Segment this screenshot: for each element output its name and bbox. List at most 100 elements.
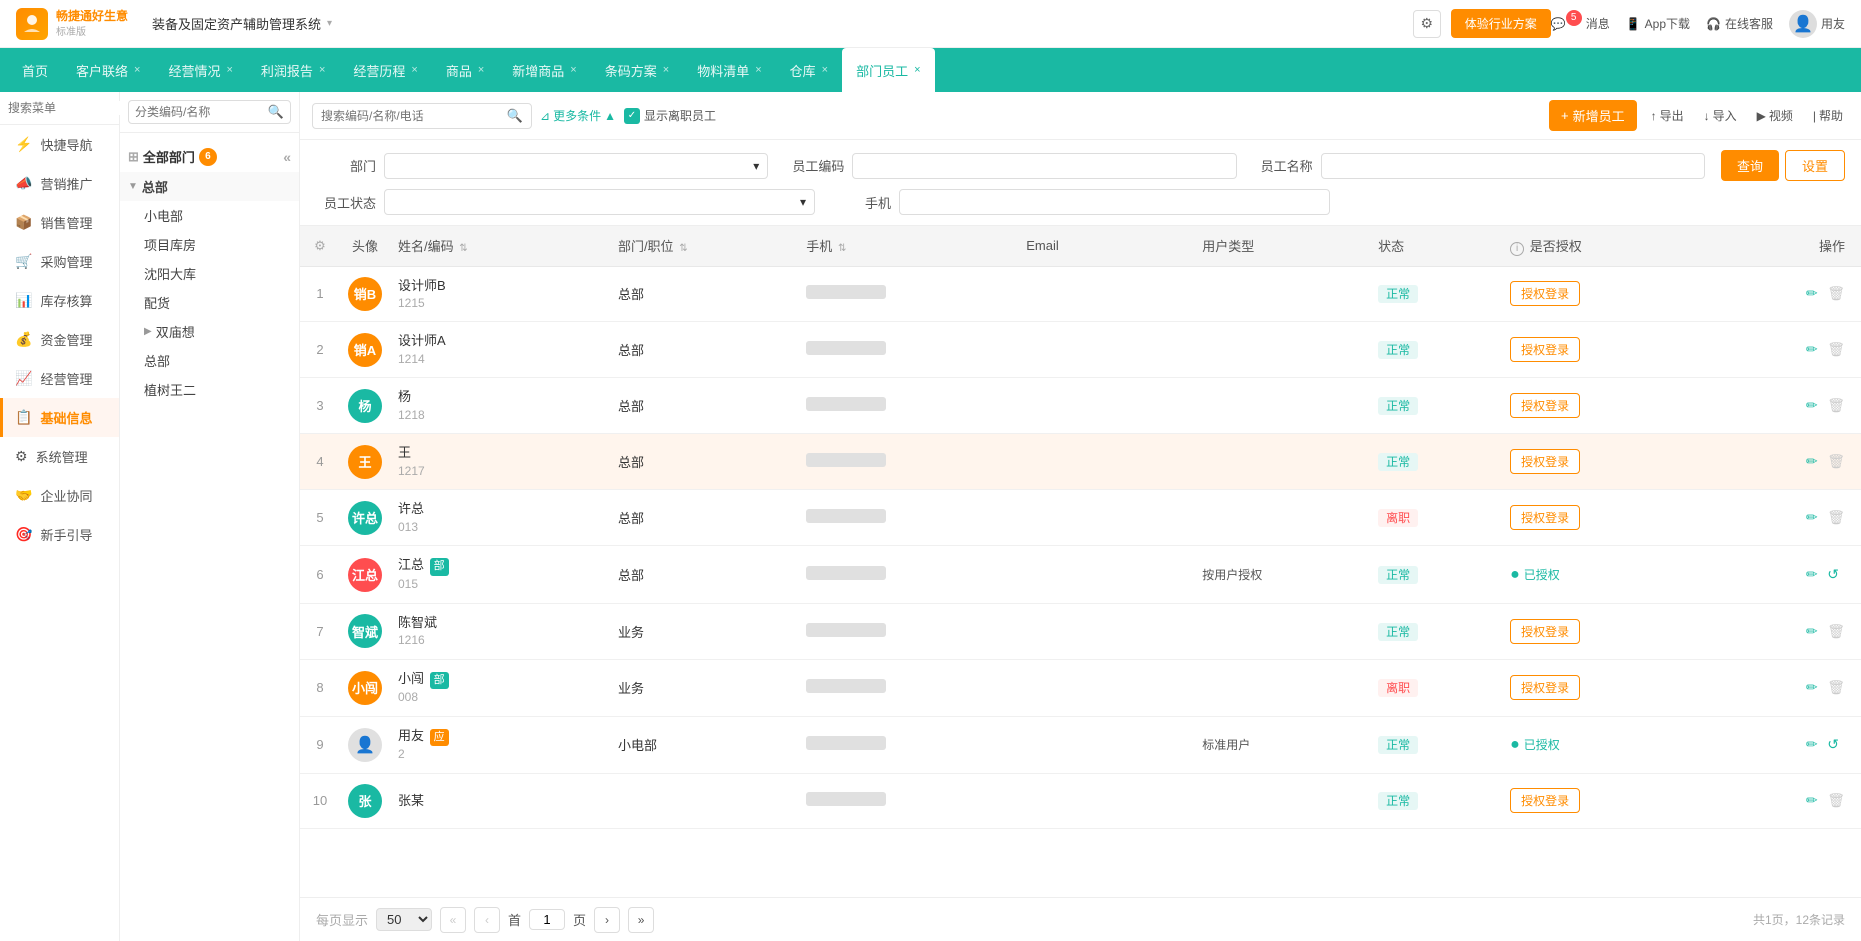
auth-login-button[interactable]: 授权登录 bbox=[1510, 619, 1580, 644]
tab-add-goods-close[interactable]: × bbox=[570, 64, 576, 76]
dept-search-icon[interactable]: 🔍 bbox=[268, 104, 284, 120]
tab-warehouse-close[interactable]: × bbox=[822, 64, 828, 76]
sidebar-item-sales[interactable]: 📦 销售管理 bbox=[0, 203, 119, 242]
edit-button[interactable]: ✏ bbox=[1806, 397, 1818, 413]
online-service-button[interactable]: 🎧 在线客服 bbox=[1706, 15, 1773, 32]
prev-page-button[interactable]: ‹ bbox=[474, 907, 500, 933]
auth-login-button[interactable]: 授权登录 bbox=[1510, 505, 1580, 530]
tab-profit[interactable]: 利润报告 × bbox=[247, 48, 339, 92]
tab-add-goods[interactable]: 新增商品 × bbox=[498, 48, 590, 92]
sidebar-item-basic[interactable]: 📋 基础信息 bbox=[0, 398, 119, 437]
auth-login-button[interactable]: 授权登录 bbox=[1510, 449, 1580, 474]
filter-emp-name-input[interactable] bbox=[1321, 153, 1705, 179]
tab-goods-close[interactable]: × bbox=[478, 64, 484, 76]
tab-customer[interactable]: 客户联络 × bbox=[62, 48, 154, 92]
tree-node-xiao-dian[interactable]: 小电部 bbox=[120, 201, 299, 230]
set-button[interactable]: 设置 bbox=[1785, 150, 1845, 181]
delete-button[interactable]: 🗑 bbox=[1827, 453, 1845, 469]
sidebar-item-marketing[interactable]: 📣 营销推广 bbox=[0, 164, 119, 203]
sort-name-icon[interactable]: ⇅ bbox=[459, 243, 467, 254]
filter-status-select[interactable]: ▾ bbox=[384, 189, 815, 215]
sidebar-item-quick-nav[interactable]: ⚡ 快捷导航 bbox=[0, 125, 119, 164]
gear-button[interactable]: ⚙ bbox=[1413, 10, 1441, 38]
edit-button[interactable]: ✏ bbox=[1806, 341, 1818, 357]
tab-bom-close[interactable]: × bbox=[755, 64, 761, 76]
tab-profit-close[interactable]: × bbox=[319, 64, 325, 76]
message-button[interactable]: 💬 5 消息 bbox=[1551, 15, 1610, 32]
sidebar-item-inventory[interactable]: 📊 库存核算 bbox=[0, 281, 119, 320]
export-button[interactable]: ↑ 导出 bbox=[1645, 103, 1690, 128]
video-button[interactable]: ▶ 视频 bbox=[1751, 103, 1799, 128]
delete-button[interactable]: 🗑 bbox=[1827, 285, 1845, 301]
edit-button[interactable]: ✏ bbox=[1806, 566, 1818, 582]
edit-button[interactable]: ✏ bbox=[1806, 285, 1818, 301]
import-button[interactable]: ↓ 导入 bbox=[1698, 103, 1743, 128]
app-download-button[interactable]: 📱 App下载 bbox=[1626, 15, 1690, 32]
add-employee-button[interactable]: + 新增员工 bbox=[1549, 100, 1637, 131]
tab-history[interactable]: 经营历程 × bbox=[339, 48, 431, 92]
collapse-btn[interactable]: « bbox=[283, 149, 291, 165]
trial-button[interactable]: 体验行业方案 bbox=[1451, 9, 1551, 38]
last-page-button[interactable]: » bbox=[628, 907, 654, 933]
col-header-name[interactable]: 姓名/编码 ⇅ bbox=[390, 226, 610, 266]
show-resigned-toggle[interactable]: ✓ 显示离职员工 bbox=[624, 107, 716, 124]
tab-warehouse[interactable]: 仓库 × bbox=[776, 48, 842, 92]
sidebar-item-finance[interactable]: 💰 资金管理 bbox=[0, 320, 119, 359]
auth-login-button[interactable]: 授权登录 bbox=[1510, 337, 1580, 362]
tab-operations-close[interactable]: × bbox=[226, 64, 232, 76]
tree-node-zongbu[interactable]: 总部 bbox=[120, 346, 299, 375]
edit-button[interactable]: ✏ bbox=[1806, 736, 1818, 752]
auth-login-button[interactable]: 授权登录 bbox=[1510, 393, 1580, 418]
delete-button[interactable]: 🗑 bbox=[1827, 397, 1845, 413]
filter-emp-code-input[interactable] bbox=[852, 153, 1236, 179]
tab-barcode-close[interactable]: × bbox=[663, 64, 669, 76]
more-filter-btn[interactable]: ⊿ 更多条件 ▲ bbox=[540, 107, 616, 124]
next-page-button[interactable]: › bbox=[594, 907, 620, 933]
sort-dept-icon[interactable]: ⇅ bbox=[679, 243, 687, 254]
delete-button[interactable]: 🗑 bbox=[1827, 341, 1845, 357]
filter-search-icon[interactable]: 🔍 bbox=[507, 108, 523, 124]
filter-dept-select[interactable]: ▾ bbox=[384, 153, 768, 179]
dept-search-input[interactable] bbox=[135, 105, 264, 119]
tab-bom[interactable]: 物料清单 × bbox=[683, 48, 775, 92]
tab-dept-staff-close[interactable]: × bbox=[914, 64, 920, 76]
tree-node-project[interactable]: 项目库房 bbox=[120, 230, 299, 259]
tree-node-peihuo[interactable]: 配货 bbox=[120, 288, 299, 317]
edit-button[interactable]: ✏ bbox=[1806, 509, 1818, 525]
query-button[interactable]: 查询 bbox=[1721, 150, 1779, 181]
edit-button[interactable]: ✏ bbox=[1806, 679, 1818, 695]
tree-node-zhushu[interactable]: 植树王二 bbox=[120, 375, 299, 404]
sort-phone-icon[interactable]: ⇅ bbox=[838, 243, 846, 254]
sidebar-item-operations[interactable]: 📈 经营管理 bbox=[0, 359, 119, 398]
show-resigned-checkbox[interactable]: ✓ bbox=[624, 108, 640, 124]
delete-button[interactable]: 🗑 bbox=[1827, 623, 1845, 639]
auth-info-icon[interactable]: i bbox=[1510, 242, 1524, 256]
first-page-button[interactable]: « bbox=[440, 907, 466, 933]
edit-button[interactable]: ✏ bbox=[1806, 453, 1818, 469]
edit-button[interactable]: ✏ bbox=[1806, 792, 1818, 808]
filter-phone-input[interactable] bbox=[899, 189, 1330, 215]
tab-customer-close[interactable]: × bbox=[134, 64, 140, 76]
sidebar-item-purchase[interactable]: 🛒 采购管理 bbox=[0, 242, 119, 281]
page-input[interactable] bbox=[529, 909, 565, 930]
tab-operations[interactable]: 经营情况 × bbox=[154, 48, 246, 92]
filter-search-input[interactable] bbox=[321, 109, 503, 123]
tree-node-shuangmiao[interactable]: ▶ 双庙想 bbox=[120, 317, 299, 346]
col-header-phone[interactable]: 手机 ⇅ bbox=[798, 226, 1018, 266]
tab-home[interactable]: 首页 bbox=[8, 48, 62, 92]
page-size-select[interactable]: 50 100 200 bbox=[376, 908, 432, 931]
sidebar-item-system[interactable]: ⚙ 系统管理 bbox=[0, 437, 119, 476]
tab-goods[interactable]: 商品 × bbox=[432, 48, 498, 92]
system-name-arrow[interactable]: ▾ bbox=[327, 18, 332, 29]
user-menu-button[interactable]: 👤 用友 bbox=[1789, 10, 1845, 38]
sidebar-item-guide[interactable]: 🎯 新手引导 bbox=[0, 515, 119, 554]
tree-node-shenyang[interactable]: 沈阳大库 bbox=[120, 259, 299, 288]
delete-button[interactable]: 🗑 bbox=[1827, 792, 1845, 808]
col-header-dept[interactable]: 部门/职位 ⇅ bbox=[610, 226, 798, 266]
reset-button[interactable]: ↺ bbox=[1827, 566, 1839, 582]
tree-node-root[interactable]: ▼ 总部 bbox=[120, 172, 299, 201]
reset-button[interactable]: ↺ bbox=[1827, 736, 1839, 752]
edit-button[interactable]: ✏ bbox=[1806, 623, 1818, 639]
settings-icon[interactable]: ⚙ bbox=[314, 238, 326, 253]
sidebar-item-collab[interactable]: 🤝 企业协同 bbox=[0, 476, 119, 515]
